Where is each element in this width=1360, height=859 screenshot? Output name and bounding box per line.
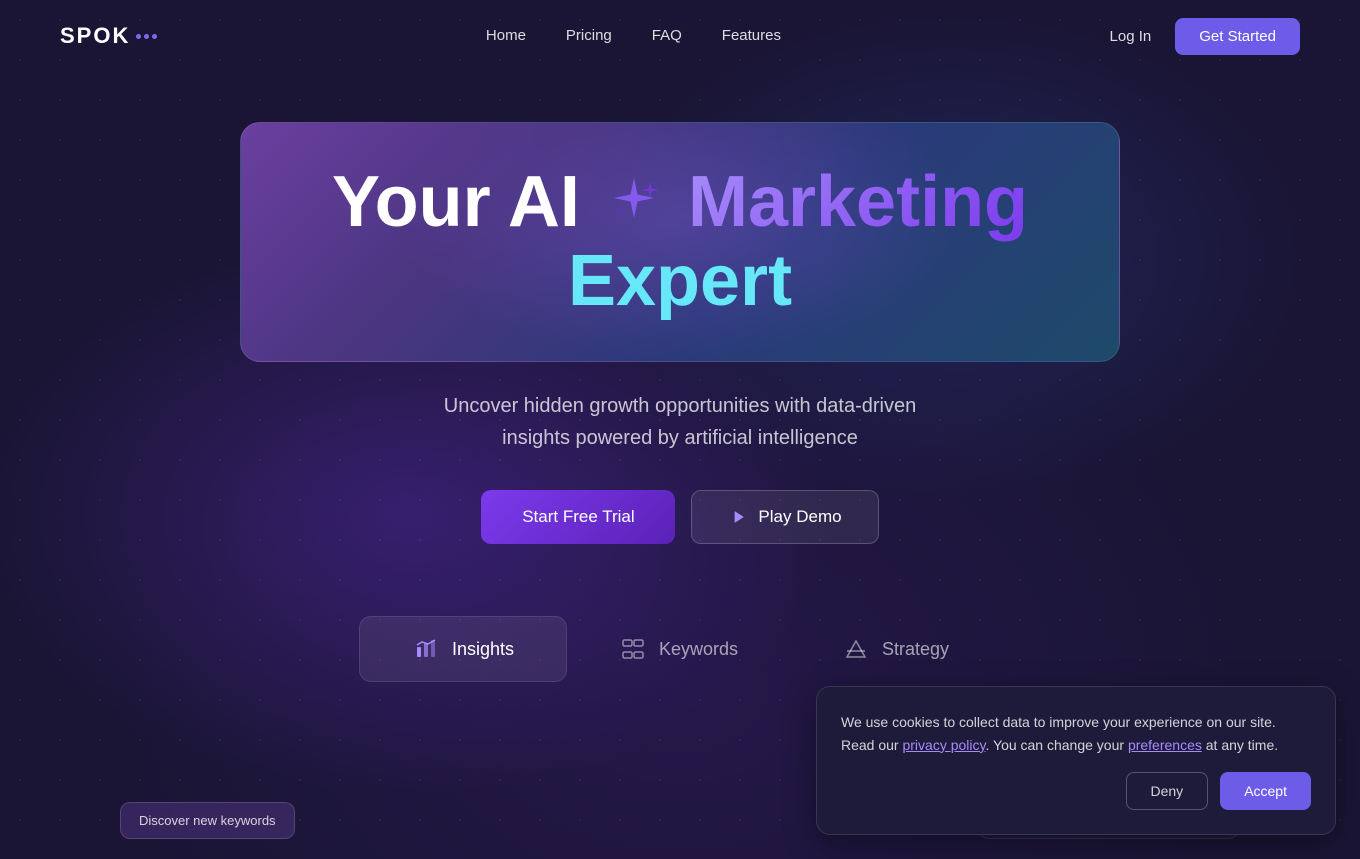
nav-right: Log In Get Started <box>1110 18 1300 55</box>
tab-insights-label: Insights <box>452 639 514 660</box>
nav-item-home[interactable]: Home <box>486 27 526 45</box>
start-free-trial-button[interactable]: Start Free Trial <box>481 490 675 544</box>
subtitle-line2: insights powered by artificial intellige… <box>502 427 858 449</box>
tab-keywords-label: Keywords <box>659 639 738 660</box>
tab-insights[interactable]: Insights <box>359 616 567 682</box>
logo-decoration <box>136 34 157 39</box>
sparkle-icon <box>608 174 660 226</box>
play-icon <box>728 507 748 527</box>
preferences-link[interactable]: preferences <box>1128 737 1202 753</box>
logo-dot-1 <box>136 34 141 39</box>
title-part1: Your AI <box>332 162 580 242</box>
nav-links: Home Pricing FAQ Features <box>486 27 781 45</box>
logo-text: SPOK <box>60 23 130 49</box>
hero-banner: Your AI Marketing Expert <box>240 122 1120 362</box>
tab-keywords[interactable]: Keywords <box>567 616 790 682</box>
cookie-text-3: at any time. <box>1202 737 1278 753</box>
cookie-text: We use cookies to collect data to improv… <box>841 711 1311 756</box>
login-button[interactable]: Log In <box>1110 28 1152 45</box>
logo-dot-3 <box>152 34 157 39</box>
nav-item-pricing[interactable]: Pricing <box>566 27 612 45</box>
demo-label: Play Demo <box>758 507 841 527</box>
accept-button[interactable]: Accept <box>1220 772 1311 810</box>
keywords-icon <box>619 635 647 663</box>
title-part2: Marketing <box>688 162 1028 242</box>
hero-section: Your AI Marketing Expert Uncover hidden … <box>0 72 1360 682</box>
deny-button[interactable]: Deny <box>1126 772 1209 810</box>
feature-tabs: Insights Keywords Strategy <box>359 616 1001 682</box>
strategy-icon <box>842 635 870 663</box>
keyword-bubble: Discover new keywords <box>120 802 295 839</box>
tab-strategy-label: Strategy <box>882 639 949 660</box>
logo-dot-2 <box>144 34 149 39</box>
title-part3: Expert <box>568 241 792 321</box>
nav-item-features[interactable]: Features <box>722 27 781 45</box>
play-demo-button[interactable]: Play Demo <box>691 490 878 544</box>
navbar: SPOK Home Pricing FAQ Features Log In Ge… <box>0 0 1360 72</box>
cookie-text-2: . You can change your <box>985 737 1127 753</box>
subtitle-line1: Uncover hidden growth opportunities with… <box>444 395 917 417</box>
cookie-buttons: Deny Accept <box>841 772 1311 810</box>
get-started-button[interactable]: Get Started <box>1175 18 1300 55</box>
nav-item-faq[interactable]: FAQ <box>652 27 682 45</box>
hero-buttons: Start Free Trial Play Demo <box>481 490 878 544</box>
privacy-policy-link[interactable]: privacy policy <box>902 737 985 753</box>
insights-icon <box>412 635 440 663</box>
hero-subtitle: Uncover hidden growth opportunities with… <box>444 390 917 454</box>
cookie-banner: We use cookies to collect data to improv… <box>816 686 1336 835</box>
hero-title: Your AI Marketing Expert <box>291 163 1069 321</box>
tab-strategy[interactable]: Strategy <box>790 616 1001 682</box>
logo: SPOK <box>60 23 157 49</box>
